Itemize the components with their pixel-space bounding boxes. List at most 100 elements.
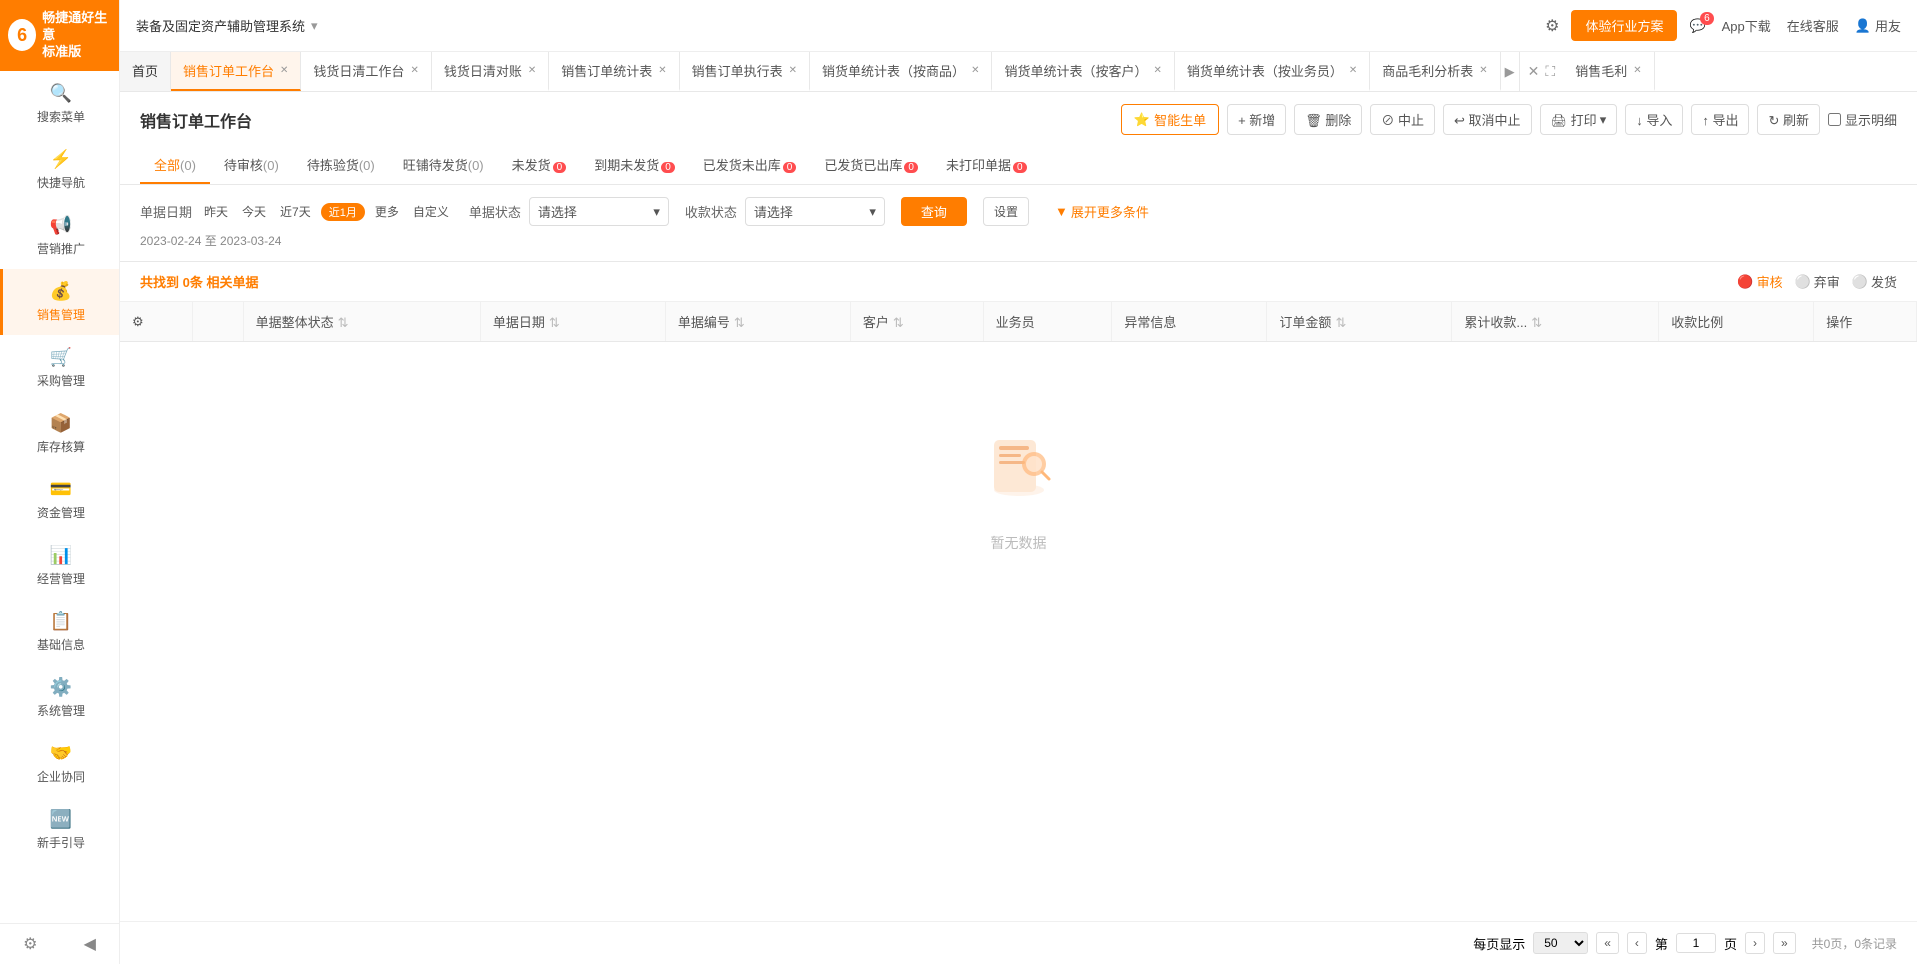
subtab-label-not-shipped: 未发货 <box>512 158 551 173</box>
stop-btn[interactable]: ⊘ 中止 <box>1370 104 1435 135</box>
tab-close-sales-order-workbench[interactable]: ✕ <box>280 65 288 76</box>
col-label-settings: ⚙ <box>132 314 144 329</box>
col-status[interactable]: 单据整体状态⇅ <box>243 302 480 342</box>
tab-home[interactable]: 首页 <box>120 52 171 91</box>
expand-btn[interactable]: ▼ 展开更多条件 <box>1055 202 1149 221</box>
show-detail-input[interactable] <box>1828 113 1841 126</box>
query-btn[interactable]: 查询 <box>901 197 967 226</box>
tab-close-sales-order-exec[interactable]: ✕ <box>789 65 797 76</box>
next-page-btn[interactable]: › <box>1745 932 1765 954</box>
tab-close-sales-stats-product[interactable]: ✕ <box>971 65 979 76</box>
tab-sales-order-workbench[interactable]: 销售订单工作台 ✕ <box>171 52 301 91</box>
import-btn[interactable]: ↓ 导入 <box>1625 104 1683 135</box>
tab-close-cash-daily[interactable]: ✕ <box>410 65 418 76</box>
sidebar-label-purchase: 采购管理 <box>37 372 85 389</box>
status-filter-label: 单据状态 <box>469 202 521 221</box>
tab-sales-profit[interactable]: 销售毛利✕ <box>1563 52 1654 91</box>
payment-select[interactable]: 请选择 ▾ <box>745 197 885 226</box>
table-action-unaudit[interactable]: ⚪ 弃审 <box>1795 272 1840 291</box>
table-action-review[interactable]: 🔴 审核 <box>1737 272 1782 291</box>
col-received[interactable]: 累计收款...⇅ <box>1452 302 1659 342</box>
date-range-display: 2023-02-24 至 2023-03-24 <box>140 232 1897 249</box>
col-amount[interactable]: 订单金额⇅ <box>1267 302 1452 342</box>
sidebar-item-collab[interactable]: 🤝企业协同 <box>0 731 119 797</box>
col-label-customer: 客户 <box>863 315 889 330</box>
date-option-custom[interactable]: 自定义 <box>409 201 453 222</box>
sidebar-item-guide[interactable]: 🆕新手引导 <box>0 797 119 863</box>
sidebar-item-purchase[interactable]: 🛒采购管理 <box>0 335 119 401</box>
message-icon[interactable]: 💬 6 <box>1689 18 1705 34</box>
col-number[interactable]: 单据编号⇅ <box>665 302 850 342</box>
tab-close-sales-profit[interactable]: ✕ <box>1633 65 1641 76</box>
col-customer[interactable]: 客户⇅ <box>850 302 983 342</box>
col-date[interactable]: 单据日期⇅ <box>480 302 665 342</box>
sidebar-item-system[interactable]: ⚙️系统管理 <box>0 665 119 731</box>
subtab-shipped-stored[interactable]: 已发货已出库0 <box>810 147 932 184</box>
tab-cash-daily[interactable]: 钱货日清工作台✕ <box>301 52 431 91</box>
print-btn[interactable]: 🖨 打印 ▾ <box>1540 104 1618 135</box>
page-header-top: 销售订单工作台 ⭐ 智能生单 + 新增 🗑 删除 ⊘ 中止 <box>140 104 1897 135</box>
tabs-overflow-btn[interactable]: ▶ <box>1501 52 1520 91</box>
first-page-btn[interactable]: « <box>1596 932 1619 954</box>
sidebar-item-basic[interactable]: 📋基础信息 <box>0 599 119 665</box>
tab-label-sales-order-workbench: 销售订单工作台 <box>183 61 274 80</box>
sidebar-item-marketing[interactable]: 📢营销推广 <box>0 203 119 269</box>
refresh-btn[interactable]: ↻ 刷新 <box>1757 104 1820 135</box>
tab-close-sales-order-stats[interactable]: ✕ <box>658 65 666 76</box>
tab-close-sales-stats-staff[interactable]: ✕ <box>1349 65 1357 76</box>
tab-sales-order-exec[interactable]: 销售订单执行表✕ <box>680 52 810 91</box>
online-service-link[interactable]: 在线客服 <box>1787 16 1839 35</box>
cancel-stop-btn[interactable]: ↩ 取消中止 <box>1443 104 1532 135</box>
subtab-not-shipped[interactable]: 未发货0 <box>498 147 581 184</box>
subtab-pending-inspect[interactable]: 待拣验货(0) <box>293 147 389 184</box>
sidebar-item-quicknav[interactable]: ⚡快捷导航 <box>0 137 119 203</box>
tab-sales-order-stats[interactable]: 销售订单统计表✕ <box>549 52 679 91</box>
settings-btn[interactable]: 设置 <box>983 197 1029 226</box>
subtab-all[interactable]: 全部(0) <box>140 147 210 184</box>
tab-close-cash-reconcile[interactable]: ✕ <box>528 65 536 76</box>
trial-btn[interactable]: 体验行业方案 <box>1571 10 1677 41</box>
app-download-link[interactable]: App下载 <box>1722 16 1771 35</box>
tab-close-sales-stats-customer[interactable]: ✕ <box>1153 65 1161 76</box>
tab-sales-stats-product[interactable]: 销货单统计表（按商品）✕ <box>810 52 992 91</box>
status-select[interactable]: 请选择 ▾ <box>529 197 669 226</box>
subtab-pending-review[interactable]: 待审核(0) <box>210 147 293 184</box>
export-btn[interactable]: ↑ 导出 <box>1691 104 1749 135</box>
prev-page-btn[interactable]: ‹ <box>1627 932 1647 954</box>
smart-btn[interactable]: ⭐ 智能生单 <box>1121 104 1219 135</box>
sidebar-item-operation[interactable]: 📊经营管理 <box>0 533 119 599</box>
sidebar-collapse-btn[interactable]: ◀ <box>84 934 96 954</box>
tab-gross-margin[interactable]: 商品毛利分析表✕ <box>1370 52 1500 91</box>
tab-cash-reconcile[interactable]: 钱货日清对账✕ <box>432 52 549 91</box>
subtab-not-printed[interactable]: 未打印单据0 <box>932 147 1041 184</box>
date-option-last1m[interactable]: 近1月 <box>321 203 365 221</box>
sidebar-item-search[interactable]: 🔍搜索菜单 <box>0 71 119 137</box>
page-input[interactable] <box>1676 933 1716 953</box>
table-scroll[interactable]: ⚙单据整体状态⇅单据日期⇅单据编号⇅客户⇅业务员异常信息订单金额⇅累计收款...… <box>120 302 1917 921</box>
table-action-ship[interactable]: ⚪ 发货 <box>1852 272 1897 291</box>
add-btn[interactable]: + 新增 <box>1227 104 1286 135</box>
tab-sales-stats-staff[interactable]: 销货单统计表（按业务员）✕ <box>1175 52 1370 91</box>
delete-btn[interactable]: 🗑 删除 <box>1294 104 1362 135</box>
tab-close-gross-margin[interactable]: ✕ <box>1479 65 1487 76</box>
topbar-dropdown-icon[interactable]: ▾ <box>311 18 318 34</box>
tab-sales-stats-customer[interactable]: 销货单统计表（按客户）✕ <box>992 52 1174 91</box>
date-option-more[interactable]: 更多 <box>371 201 403 222</box>
close-tab-icon[interactable]: ✕ <box>1528 63 1540 80</box>
user-menu[interactable]: 👤 用友 <box>1855 16 1901 35</box>
sidebar-item-finance[interactable]: 💳资金管理 <box>0 467 119 533</box>
subtab-overdue-not-shipped[interactable]: 到期未发货0 <box>580 147 689 184</box>
maximize-tab-icon[interactable]: ⛶ <box>1545 63 1555 80</box>
date-option-today[interactable]: 今天 <box>238 201 270 222</box>
subtab-shipped-not-stored[interactable]: 已发货未出库0 <box>689 147 811 184</box>
sidebar-settings-btn[interactable]: ⚙ <box>23 934 37 954</box>
last-page-btn[interactable]: » <box>1773 932 1796 954</box>
date-option-last7[interactable]: 近7天 <box>276 201 315 222</box>
show-detail-checkbox[interactable]: 显示明细 <box>1828 110 1897 129</box>
topbar-gear-icon[interactable]: ⚙ <box>1545 16 1559 36</box>
sidebar-item-sales[interactable]: 💰销售管理 <box>0 269 119 335</box>
sidebar-item-inventory[interactable]: 📦库存核算 <box>0 401 119 467</box>
per-page-select[interactable]: 50 10 20 100 <box>1533 932 1588 954</box>
date-option-yesterday[interactable]: 昨天 <box>200 201 232 222</box>
subtab-wangpu-pending-ship[interactable]: 旺铺待发货(0) <box>389 147 498 184</box>
